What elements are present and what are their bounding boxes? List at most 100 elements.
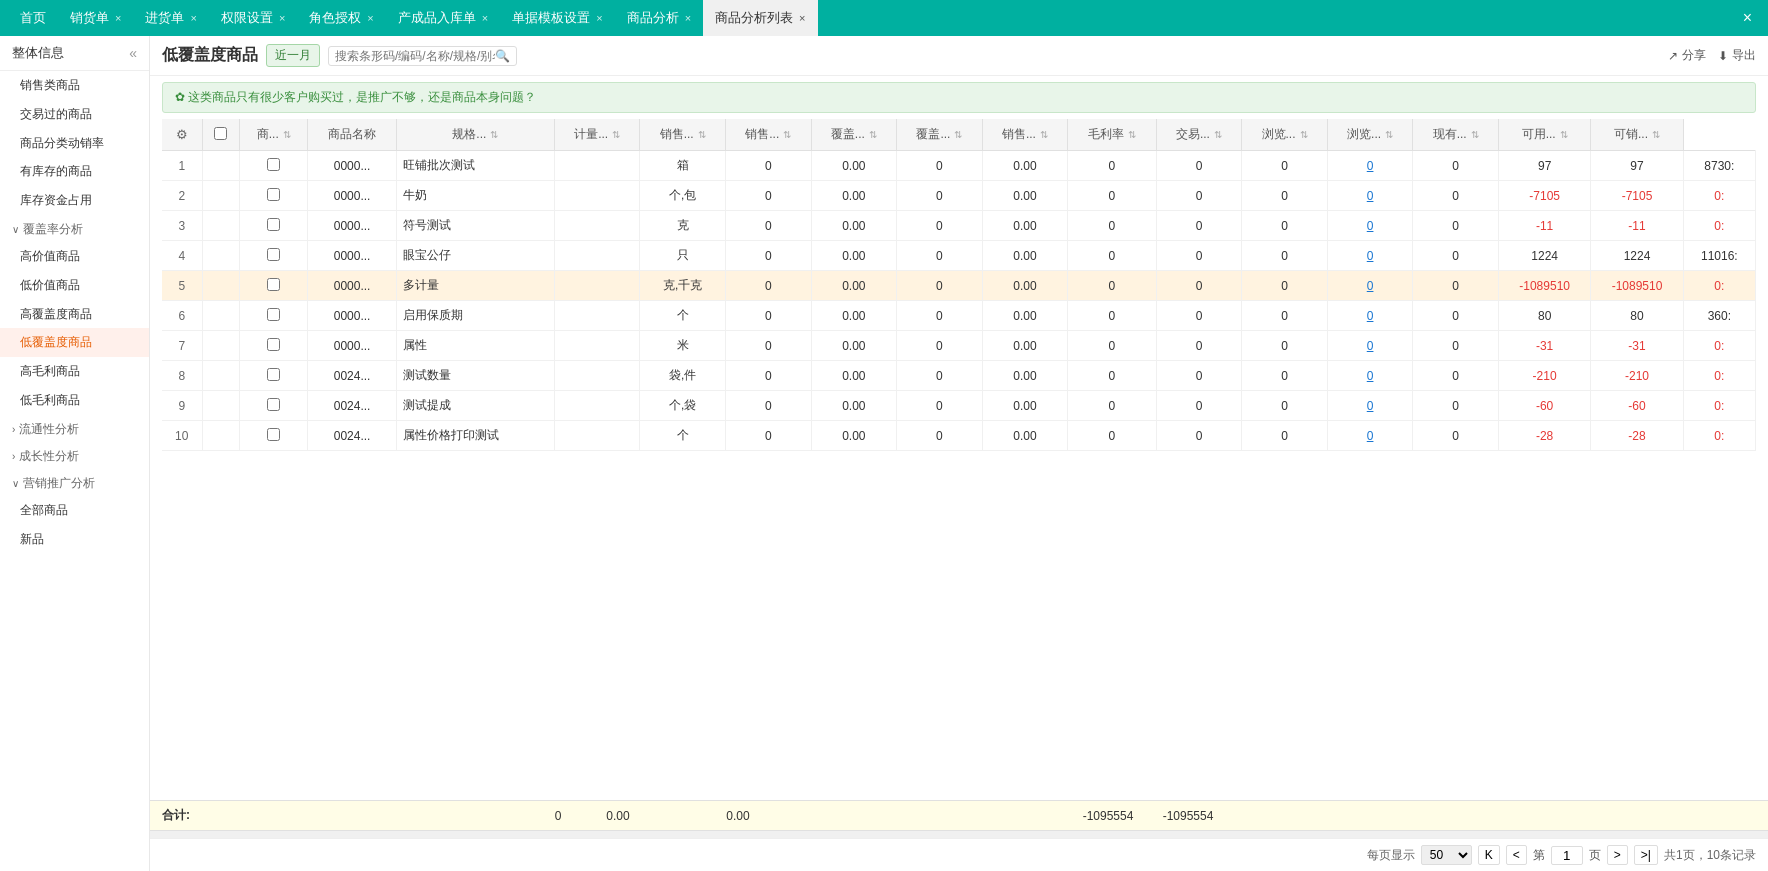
row-browse1[interactable]: 0 bbox=[1327, 271, 1413, 301]
sidebar-group-growth[interactable]: ›成长性分析 bbox=[0, 442, 149, 469]
row-spec bbox=[554, 151, 640, 181]
th-code[interactable]: 商...⇅ bbox=[240, 119, 308, 151]
browse-link[interactable]: 0 bbox=[1367, 399, 1374, 413]
sidebar-item-low-profit[interactable]: 低毛利商品 bbox=[0, 386, 149, 415]
close-icon[interactable]: × bbox=[482, 12, 488, 24]
browse-link[interactable]: 0 bbox=[1367, 219, 1374, 233]
sidebar-item-capital[interactable]: 库存资金占用 bbox=[0, 186, 149, 215]
close-icon[interactable]: × bbox=[190, 12, 196, 24]
close-icon[interactable]: × bbox=[115, 12, 121, 24]
first-page-button[interactable]: K bbox=[1478, 845, 1500, 865]
browse-link[interactable]: 0 bbox=[1367, 369, 1374, 383]
browse-link[interactable]: 0 bbox=[1367, 309, 1374, 323]
period-button[interactable]: 近一月 bbox=[266, 44, 320, 67]
search-icon[interactable]: 🔍 bbox=[495, 49, 510, 63]
tab-products-in[interactable]: 产成品入库单 × bbox=[386, 0, 500, 36]
row-checkbox[interactable] bbox=[240, 361, 308, 391]
row-browse1[interactable]: 0 bbox=[1327, 421, 1413, 451]
row-browse1[interactable]: 0 bbox=[1327, 301, 1413, 331]
sidebar-item-in-stock[interactable]: 有库存的商品 bbox=[0, 157, 149, 186]
sidebar-item-new-goods[interactable]: 新品 bbox=[0, 525, 149, 554]
gear-icon[interactable]: ⚙ bbox=[176, 127, 188, 142]
search-input[interactable] bbox=[335, 49, 495, 63]
table-container[interactable]: ⚙ 商...⇅ 商品名称 规格...⇅ 计量...⇅ 销售...⇅ 销售...⇅… bbox=[150, 119, 1768, 800]
close-icon[interactable]: × bbox=[799, 12, 805, 24]
row-checkbox[interactable] bbox=[240, 271, 308, 301]
row-browse2: 0 bbox=[1413, 301, 1499, 331]
th-gross-margin[interactable]: 毛利率⇅ bbox=[1068, 119, 1156, 151]
row-browse1[interactable]: 0 bbox=[1327, 151, 1413, 181]
row-checkbox[interactable] bbox=[240, 151, 308, 181]
close-all-button[interactable]: × bbox=[1735, 9, 1760, 27]
sidebar-item-traded-goods[interactable]: 交易过的商品 bbox=[0, 100, 149, 129]
sidebar-item-low-value[interactable]: 低价值商品 bbox=[0, 271, 149, 300]
sidebar-group-marketing[interactable]: ∨营销推广分析 bbox=[0, 469, 149, 496]
th-browse2[interactable]: 浏览...⇅ bbox=[1327, 119, 1413, 151]
sidebar-group-flow[interactable]: ›流通性分析 bbox=[0, 415, 149, 442]
sidebar-item-all-goods[interactable]: 全部商品 bbox=[0, 496, 149, 525]
sidebar-collapse-btn[interactable]: « bbox=[129, 45, 137, 61]
browse-link[interactable]: 0 bbox=[1367, 339, 1374, 353]
export-button[interactable]: ⬇ 导出 bbox=[1718, 47, 1756, 64]
th-spec[interactable]: 规格...⇅ bbox=[396, 119, 554, 151]
sidebar-item-high-profit[interactable]: 高毛利商品 bbox=[0, 357, 149, 386]
row-checkbox[interactable] bbox=[240, 301, 308, 331]
prev-page-button[interactable]: < bbox=[1506, 845, 1527, 865]
tab-role-auth[interactable]: 角色授权 × bbox=[297, 0, 385, 36]
row-checkbox[interactable] bbox=[240, 391, 308, 421]
row-checkbox[interactable] bbox=[240, 331, 308, 361]
sidebar-item-high-value[interactable]: 高价值商品 bbox=[0, 242, 149, 271]
row-checkbox[interactable] bbox=[240, 211, 308, 241]
page-input[interactable] bbox=[1551, 846, 1583, 865]
th-browse1[interactable]: 浏览...⇅ bbox=[1242, 119, 1328, 151]
row-browse1[interactable]: 0 bbox=[1327, 181, 1413, 211]
browse-link[interactable]: 0 bbox=[1367, 279, 1374, 293]
close-icon[interactable]: × bbox=[596, 12, 602, 24]
tab-purchase-order[interactable]: 进货单 × bbox=[133, 0, 208, 36]
th-transaction[interactable]: 交易...⇅ bbox=[1156, 119, 1242, 151]
th-coverage2[interactable]: 覆盖...⇅ bbox=[897, 119, 983, 151]
th-current-stock[interactable]: 现有...⇅ bbox=[1413, 119, 1499, 151]
next-page-button[interactable]: > bbox=[1607, 845, 1628, 865]
sidebar-item-sales-goods[interactable]: 销售类商品 bbox=[0, 71, 149, 100]
browse-link[interactable]: 0 bbox=[1367, 159, 1374, 173]
browse-link[interactable]: 0 bbox=[1367, 189, 1374, 203]
sidebar-item-goods-turnover[interactable]: 商品分类动销率 bbox=[0, 129, 149, 158]
row-browse1[interactable]: 0 bbox=[1327, 241, 1413, 271]
row-browse1[interactable]: 0 bbox=[1327, 361, 1413, 391]
share-button[interactable]: ↗ 分享 bbox=[1668, 47, 1706, 64]
row-browse1[interactable]: 0 bbox=[1327, 331, 1413, 361]
th-available[interactable]: 可用...⇅ bbox=[1498, 119, 1590, 151]
close-icon[interactable]: × bbox=[279, 12, 285, 24]
last-page-button[interactable]: >| bbox=[1634, 845, 1658, 865]
th-unit[interactable]: 计量...⇅ bbox=[554, 119, 640, 151]
tab-sales-order[interactable]: 销货单 × bbox=[58, 0, 133, 36]
tab-permissions[interactable]: 权限设置 × bbox=[209, 0, 297, 36]
row-browse1[interactable]: 0 bbox=[1327, 211, 1413, 241]
th-sales-qty[interactable]: 销售...⇅ bbox=[640, 119, 726, 151]
select-all-checkbox[interactable] bbox=[214, 127, 227, 140]
row-checkbox[interactable] bbox=[240, 181, 308, 211]
tab-home[interactable]: 首页 bbox=[8, 0, 58, 36]
sidebar-item-high-coverage[interactable]: 高覆盖度商品 bbox=[0, 300, 149, 329]
close-icon[interactable]: × bbox=[685, 12, 691, 24]
th-coverage1[interactable]: 覆盖...⇅ bbox=[811, 119, 897, 151]
sidebar-item-low-coverage[interactable]: 低覆盖度商品 bbox=[0, 328, 149, 357]
th-sellable[interactable]: 可销...⇅ bbox=[1591, 119, 1683, 151]
browse-link[interactable]: 0 bbox=[1367, 429, 1374, 443]
row-checkbox[interactable] bbox=[240, 241, 308, 271]
tab-goods-analysis[interactable]: 商品分析 × bbox=[615, 0, 703, 36]
browse-link[interactable]: 0 bbox=[1367, 249, 1374, 263]
scrollbar-area[interactable] bbox=[150, 830, 1768, 838]
th-sales-info[interactable]: 销售...⇅ bbox=[982, 119, 1068, 151]
tab-template-settings[interactable]: 单据模板设置 × bbox=[500, 0, 614, 36]
th-sales-amt[interactable]: 销售...⇅ bbox=[725, 119, 811, 151]
tab-goods-analysis-list[interactable]: 商品分析列表 × bbox=[703, 0, 817, 36]
page-size-select[interactable]: 50 20 100 bbox=[1421, 845, 1472, 865]
th-settings[interactable]: ⚙ bbox=[162, 119, 202, 151]
sidebar-group-coverage[interactable]: ∨覆盖率分析 bbox=[0, 215, 149, 242]
row-checkbox[interactable] bbox=[240, 421, 308, 451]
th-checkbox[interactable] bbox=[202, 119, 240, 151]
close-icon[interactable]: × bbox=[367, 12, 373, 24]
row-browse1[interactable]: 0 bbox=[1327, 391, 1413, 421]
